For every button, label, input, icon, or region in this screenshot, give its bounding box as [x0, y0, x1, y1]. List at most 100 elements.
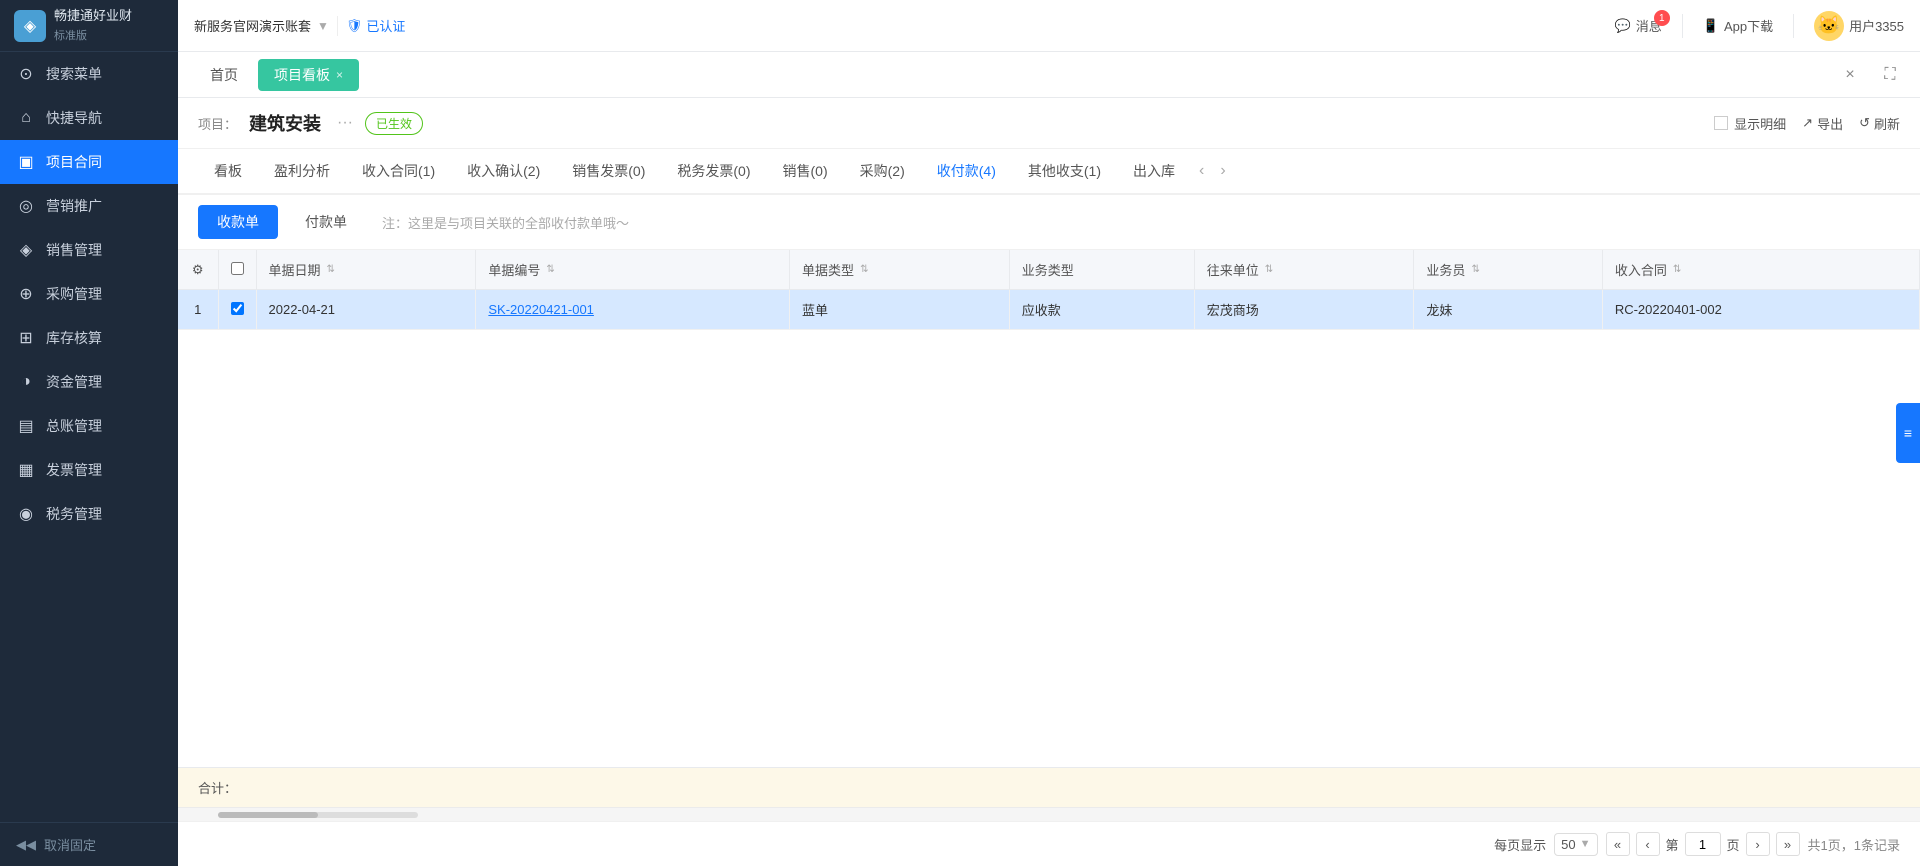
tab-tax-invoice[interactable]: 税务发票(0) [661, 149, 766, 195]
th-salesman[interactable]: 业务员 ⇅ [1414, 250, 1602, 290]
sub-tabs: 收款单 付款单 注：这里是与项目关联的全部收付款单哦～ [178, 195, 1920, 250]
sidebar-item-marketing[interactable]: ◎ 营销推广 [0, 184, 178, 228]
tab-scroll-right[interactable]: › [1212, 162, 1233, 180]
subtab-receipt[interactable]: 收款单 [198, 205, 278, 239]
scroll-track[interactable] [218, 812, 418, 818]
show-detail-label: 显示明细 [1734, 114, 1786, 133]
scroll-thumb[interactable] [218, 812, 318, 818]
subtab-payment[interactable]: 付款单 [286, 205, 366, 239]
message-icon: 💬 [1615, 18, 1631, 34]
topbar: 新服务官网演示账套 ▼ 🛡 已认证 💬 消息 1 📱 App下载 🐱 [178, 0, 1920, 52]
tab-kanban[interactable]: 看板 [198, 149, 258, 195]
sidebar-item-search[interactable]: ⊙ 搜索菜单 [0, 52, 178, 96]
row-doc-type: 蓝单 [790, 290, 1010, 330]
tab-other-income[interactable]: 其他收支(1) [1012, 149, 1117, 195]
th-date[interactable]: 单据日期 ⇅ [256, 250, 476, 290]
topbar-left: 新服务官网演示账套 ▼ 🛡 已认证 [194, 16, 1599, 36]
th-income-contract[interactable]: 收入合同 ⇅ [1602, 250, 1919, 290]
purchase-icon: ⊕ [16, 284, 36, 304]
table-row[interactable]: 1 2022-04-21 SK-20220421-001 蓝单 应收款 宏茂商场… [178, 290, 1920, 330]
project-header: 项目： 建筑安装 ··· 已生效 显示明细 ↗ 导出 ↺ 刷新 [178, 98, 1920, 149]
th-doc-type[interactable]: 单据类型 ⇅ [790, 250, 1010, 290]
user-menu[interactable]: 🐱 用户3355 [1814, 11, 1904, 41]
right-panel-button[interactable]: ≡ [1896, 403, 1920, 463]
first-page-button[interactable]: « [1606, 832, 1630, 856]
th-check[interactable] [218, 250, 256, 290]
total-info: 共1页，1条记录 [1808, 835, 1900, 854]
sidebar-item-funds[interactable]: ◑ 资金管理 [0, 360, 178, 404]
doc-number-link[interactable]: SK-20220421-001 [488, 302, 594, 317]
th-partner[interactable]: 往来单位 ⇅ [1194, 250, 1414, 290]
sidebar-item-label: 项目合同 [46, 152, 102, 172]
per-page-select[interactable]: 50 ▼ [1554, 833, 1597, 856]
window-close-button[interactable]: × [1836, 61, 1864, 89]
th-number[interactable]: 单据编号 ⇅ [476, 250, 790, 290]
marketing-icon: ◎ [16, 196, 36, 216]
sort-icon: ⇅ [1471, 264, 1479, 275]
row-checkbox[interactable] [231, 302, 244, 315]
message-button[interactable]: 💬 消息 1 [1615, 16, 1662, 35]
sort-icon: ⇅ [1673, 264, 1681, 275]
sidebar-item-tax[interactable]: ◉ 税务管理 [0, 492, 178, 536]
sidebar-item-label: 总账管理 [46, 416, 102, 436]
scrollbar-row[interactable] [178, 807, 1920, 821]
sidebar-unpin[interactable]: ◀◀ 取消固定 [0, 822, 178, 866]
next-page-button[interactable]: › [1746, 832, 1770, 856]
project-more-button[interactable]: ··· [337, 114, 353, 132]
topbar-divider [1682, 14, 1683, 38]
sidebar-item-label: 搜索菜单 [46, 64, 102, 84]
dropdown-icon: ▼ [317, 19, 329, 33]
sidebar-item-invoice[interactable]: ▦ 发票管理 [0, 448, 178, 492]
row-salesman: 龙妹 [1414, 290, 1602, 330]
show-detail-checkbox[interactable]: 显示明细 [1714, 114, 1786, 133]
sidebar-item-purchase[interactable]: ⊕ 采购管理 [0, 272, 178, 316]
avatar: 🐱 [1814, 11, 1844, 41]
page-suffix: 页 [1727, 835, 1740, 854]
shield-icon: 🛡 [346, 18, 363, 34]
verified-text: 已认证 [366, 16, 405, 35]
page-nav: « ‹ 第 页 › » [1606, 832, 1800, 856]
tab-receipts[interactable]: 收付款(4) [921, 149, 1012, 195]
tab-income-contract[interactable]: 收入合同(1) [346, 149, 451, 195]
data-table: ⚙ 单据日期 ⇅ 单据编号 [178, 250, 1920, 330]
account-selector[interactable]: 新服务官网演示账套 ▼ [194, 16, 329, 35]
tab-home[interactable]: 首页 [194, 59, 254, 91]
sort-icon: ⇅ [546, 264, 554, 275]
sidebar-item-ledger[interactable]: ▤ 总账管理 [0, 404, 178, 448]
dropdown-icon: ▼ [1580, 838, 1591, 850]
select-all-checkbox[interactable] [231, 262, 244, 275]
gear-icon: ⚙ [192, 262, 204, 277]
tab-close-icon[interactable]: × [336, 68, 343, 82]
app-title: 畅捷通好业财 [54, 8, 132, 25]
tab-profit[interactable]: 盈利分析 [258, 149, 346, 195]
sidebar-item-contracts[interactable]: ▣ 项目合同 [0, 140, 178, 184]
row-number[interactable]: SK-20220421-001 [476, 290, 790, 330]
sort-icon: ⇅ [1265, 264, 1273, 275]
app-download-button[interactable]: 📱 App下载 [1703, 16, 1773, 35]
tab-inout[interactable]: 出入库 [1117, 149, 1191, 195]
sidebar-item-inventory[interactable]: ⊞ 库存核算 [0, 316, 178, 360]
tab-income-confirm[interactable]: 收入确认(2) [451, 149, 556, 195]
tab-home-label: 首页 [210, 65, 238, 85]
tab-purchase[interactable]: 采购(2) [844, 149, 921, 195]
tab-sales-invoice[interactable]: 销售发票(0) [556, 149, 661, 195]
refresh-button[interactable]: ↺ 刷新 [1859, 114, 1900, 133]
pagination: 每页显示 50 ▼ « ‹ 第 页 › » 共1页，1条记录 [178, 821, 1920, 866]
home-icon: ⌂ [16, 109, 36, 127]
row-biz-type: 应收款 [1009, 290, 1194, 330]
refresh-label: 刷新 [1874, 114, 1900, 133]
prev-page-button[interactable]: ‹ [1636, 832, 1660, 856]
tab-sales[interactable]: 销售(0) [767, 149, 844, 195]
sidebar-item-shortcuts[interactable]: ⌂ 快捷导航 [0, 96, 178, 140]
sidebar-item-sales[interactable]: ◈ 销售管理 [0, 228, 178, 272]
tab-project-kanban[interactable]: 项目看板 × [258, 59, 359, 91]
tab-scroll-left[interactable]: ‹ [1191, 162, 1212, 180]
user-name: 用户3355 [1849, 16, 1904, 35]
row-check[interactable] [218, 290, 256, 330]
page-number-input[interactable] [1685, 832, 1721, 856]
window-maximize-button[interactable]: ⛶ [1876, 61, 1904, 89]
sidebar-item-label: 销售管理 [46, 240, 102, 260]
th-gear[interactable]: ⚙ [178, 250, 218, 290]
last-page-button[interactable]: » [1776, 832, 1800, 856]
export-button[interactable]: ↗ 导出 [1802, 114, 1843, 133]
